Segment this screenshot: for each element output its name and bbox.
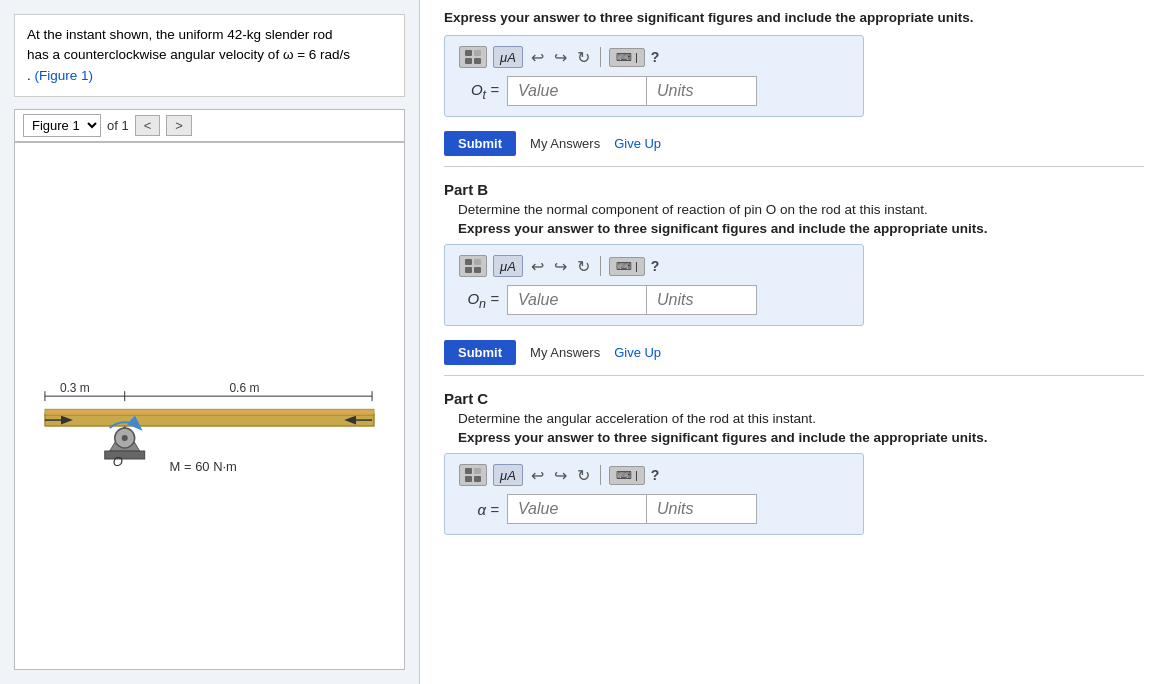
partA-matrix-button[interactable]	[459, 46, 487, 68]
partA-submit-button[interactable]: Submit	[444, 131, 516, 156]
figure-canvas: 0.3 m 0.6 m O M = 60 N·m	[14, 142, 405, 670]
partB-description: Determine the normal component of reacti…	[458, 202, 1144, 217]
partB-give-up-link[interactable]: Give Up	[614, 345, 661, 360]
left-panel: At the instant shown, the uniform 42-kg …	[0, 0, 420, 684]
partC-sep2: |	[635, 469, 638, 481]
partA-separator	[600, 47, 601, 67]
partC-description: Determine the angular acceleration of th…	[458, 411, 1144, 426]
partA-undo-button[interactable]: ↩	[529, 48, 546, 67]
partC-separator	[600, 465, 601, 485]
partB-toolbar: μA ↩ ↪ ↻ ⌨ | ?	[459, 255, 849, 277]
partB-mu-button[interactable]: μA	[493, 255, 523, 277]
partC-header: Part C	[444, 390, 1144, 407]
partB-separator	[600, 256, 601, 276]
partA-my-answers-link[interactable]: My Answers	[530, 136, 600, 151]
partA-sep2: |	[635, 51, 638, 63]
partA-toolbar: μA ↩ ↪ ↻ ⌨ | ?	[459, 46, 849, 68]
partC-undo-button[interactable]: ↩	[529, 466, 546, 485]
right-panel: Express your answer to three significant…	[420, 0, 1164, 684]
partB-units-input[interactable]	[647, 285, 757, 315]
partB-divider	[444, 375, 1144, 376]
partA-give-up-link[interactable]: Give Up	[614, 136, 661, 151]
figure-prev-button[interactable]: <	[135, 115, 161, 136]
partA-input-row: Ot =	[459, 76, 849, 106]
partC-help-button[interactable]: ?	[651, 467, 660, 483]
partB-refresh-button[interactable]: ↻	[575, 257, 592, 276]
partA-value-input[interactable]	[507, 76, 647, 106]
partC-instruction: Express your answer to three significant…	[458, 430, 1144, 445]
keyboard-icon: ⌨	[616, 51, 632, 64]
partB-answer-box: μA ↩ ↪ ↻ ⌨ | ? On =	[444, 244, 864, 326]
figure-svg: 0.3 m 0.6 m O M = 60 N·m	[15, 143, 404, 669]
figure-next-button[interactable]: >	[166, 115, 192, 136]
svg-rect-3	[105, 451, 145, 459]
partC-var-label: α =	[459, 501, 499, 518]
dim-06m: 0.6 m	[229, 381, 259, 395]
partB-input-row: On =	[459, 285, 849, 315]
figure-reference-link[interactable]: (Figure 1)	[35, 68, 94, 83]
figure-controls: Figure 1 of 1 < >	[14, 109, 405, 142]
partA-units-input[interactable]	[647, 76, 757, 106]
partA-refresh-button[interactable]: ↻	[575, 48, 592, 67]
svg-point-5	[122, 435, 128, 441]
svg-rect-1	[45, 409, 374, 415]
partB-matrix-button[interactable]	[459, 255, 487, 277]
partC-keyboard-button[interactable]: ⌨ |	[609, 466, 645, 485]
partA-mu-button[interactable]: μA	[493, 46, 523, 68]
svg-rect-0	[45, 414, 374, 426]
partB-my-answers-link[interactable]: My Answers	[530, 345, 600, 360]
partA-answer-box: μA ↩ ↪ ↻ ⌨ | ? Ot =	[444, 35, 864, 117]
partC-mu-button[interactable]: μA	[493, 464, 523, 486]
partB-keyboard-icon: ⌨	[616, 260, 632, 273]
point-o-label: O	[113, 454, 123, 469]
partC-keyboard-icon: ⌨	[616, 469, 632, 482]
partB-submit-button[interactable]: Submit	[444, 340, 516, 365]
dim-03m: 0.3 m	[60, 381, 90, 395]
partA-keyboard-button[interactable]: ⌨ |	[609, 48, 645, 67]
partC-matrix-button[interactable]	[459, 464, 487, 486]
partB-help-button[interactable]: ?	[651, 258, 660, 274]
partA-var-label: Ot =	[459, 81, 499, 102]
partB-undo-button[interactable]: ↩	[529, 257, 546, 276]
partC-input-row: α =	[459, 494, 849, 524]
torque-label: M = 60 N·m	[170, 459, 237, 474]
partC-toolbar: μA ↩ ↪ ↻ ⌨ | ?	[459, 464, 849, 486]
partA-submit-row: Submit My Answers Give Up	[444, 131, 1144, 156]
figure-select[interactable]: Figure 1	[23, 114, 101, 137]
partC-answer-box: μA ↩ ↪ ↻ ⌨ | ? α =	[444, 453, 864, 535]
problem-text-line1: At the instant shown, the uniform 42-kg …	[27, 27, 332, 42]
partB-value-input[interactable]	[507, 285, 647, 315]
problem-text-line2: has a counterclockwise angular velocity …	[27, 47, 350, 62]
partC-units-input[interactable]	[647, 494, 757, 524]
partA-redo-button[interactable]: ↪	[552, 48, 569, 67]
partB-keyboard-button[interactable]: ⌨ |	[609, 257, 645, 276]
figure-of-label: of 1	[107, 118, 129, 133]
partC-refresh-button[interactable]: ↻	[575, 466, 592, 485]
partC-value-input[interactable]	[507, 494, 647, 524]
partA-help-button[interactable]: ?	[651, 49, 660, 65]
problem-statement: At the instant shown, the uniform 42-kg …	[14, 14, 405, 97]
partC-redo-button[interactable]: ↪	[552, 466, 569, 485]
partA-instruction: Express your answer to three significant…	[444, 10, 1144, 25]
partB-instruction: Express your answer to three significant…	[458, 221, 1144, 236]
matrix-icon	[465, 50, 481, 64]
partA-divider	[444, 166, 1144, 167]
partB-submit-row: Submit My Answers Give Up	[444, 340, 1144, 365]
partC-matrix-icon	[465, 468, 481, 482]
partB-redo-button[interactable]: ↪	[552, 257, 569, 276]
partB-header: Part B	[444, 181, 1144, 198]
partB-matrix-icon	[465, 259, 481, 273]
partB-var-label: On =	[459, 290, 499, 311]
partB-sep2: |	[635, 260, 638, 272]
